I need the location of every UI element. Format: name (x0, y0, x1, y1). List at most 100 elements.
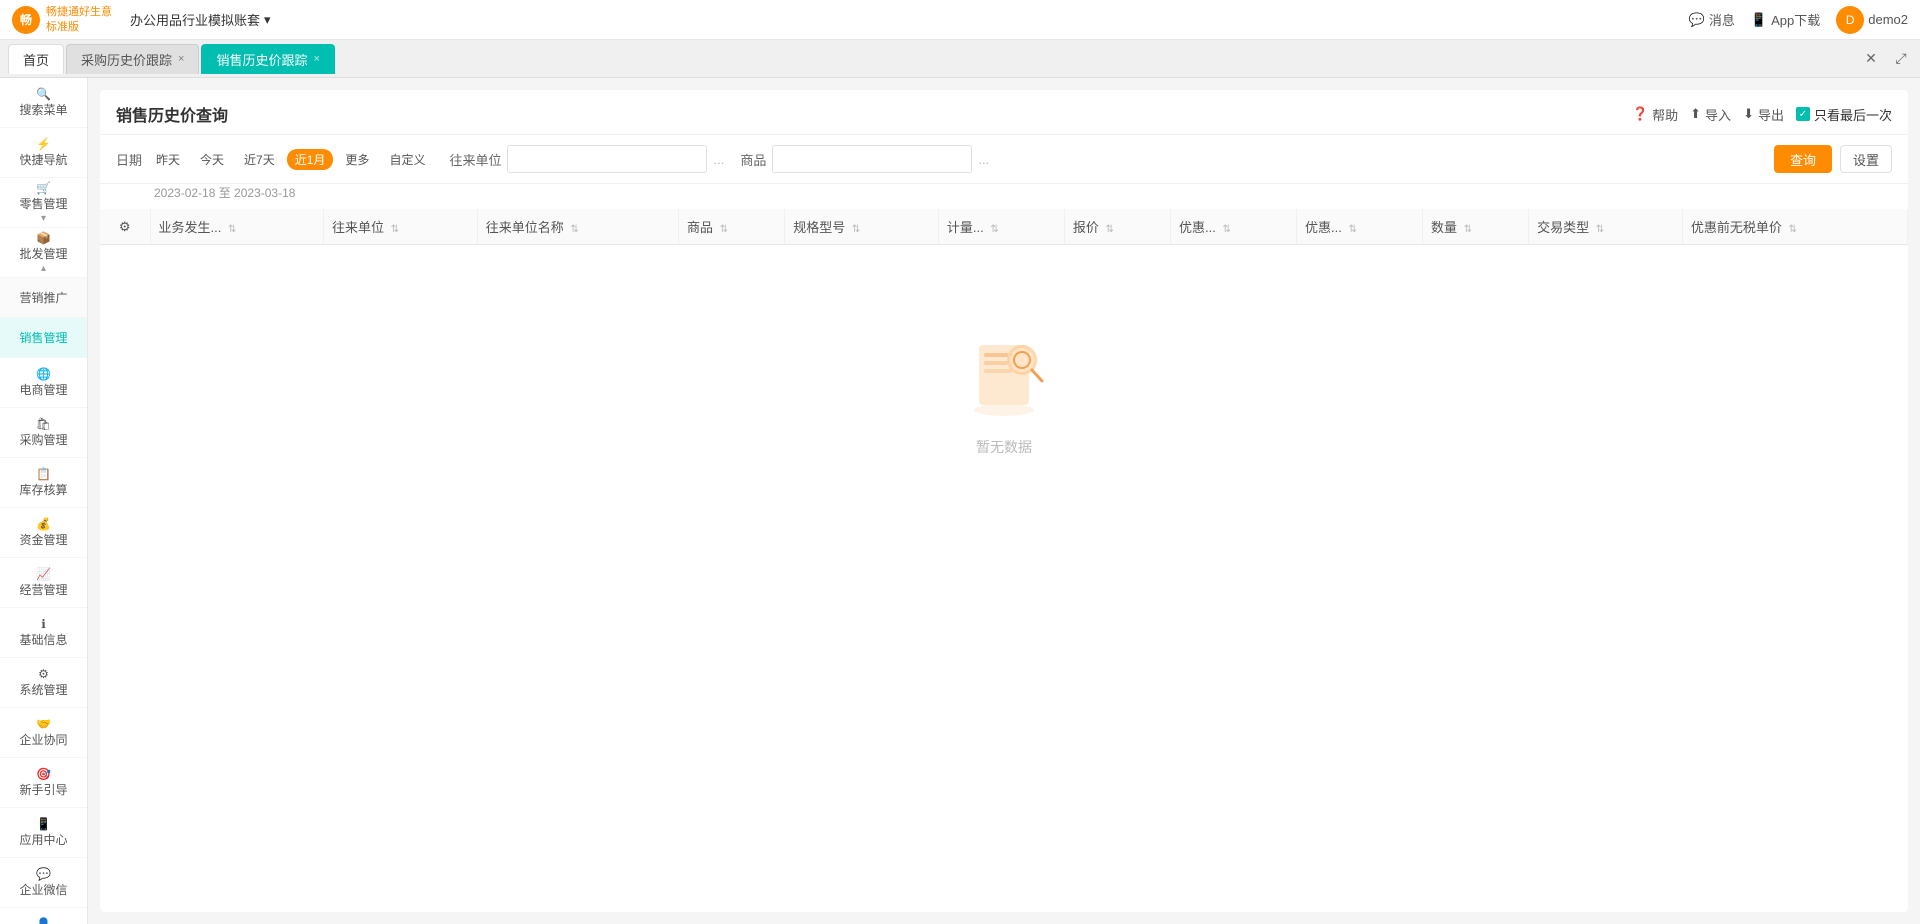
logo-text: 畅捷通好生意 标准版 (46, 5, 112, 34)
col-unit[interactable]: 计量... ⇅ (938, 209, 1064, 245)
partner-input[interactable] (507, 145, 707, 173)
data-table: ⚙ 业务发生... ⇅ 往来单位 ⇅ (100, 209, 1908, 245)
tab-purchase-close[interactable]: × (178, 53, 184, 65)
page-header: 销售历史价查询 ❓ 帮助 ⬆ 导入 ⬇ 导出 (100, 90, 1908, 135)
top-header: 畅 畅捷通好生意 标准版 办公用品行业模拟账套 ▾ 💬 消息 📱 App下载 D… (0, 0, 1920, 40)
goods-filter-group: 商品 ... (740, 145, 989, 173)
date-options: 昨天 今天 近7天 近1月 更多 自定义 (148, 149, 433, 170)
col-discount2[interactable]: 优惠... ⇅ (1297, 209, 1423, 245)
date-option-custom[interactable]: 自定义 (381, 149, 433, 170)
sidebar-item-wechat[interactable]: 💬 企业微信 (0, 858, 87, 908)
sidebar-item-wholesale[interactable]: 📦 批发管理 ▴ (0, 228, 87, 278)
header-left: 畅 畅捷通好生意 标准版 办公用品行业模拟账套 ▾ (12, 5, 279, 34)
help-button[interactable]: ❓ 帮助 (1632, 105, 1678, 124)
download-button[interactable]: 📱 App下载 (1751, 10, 1820, 29)
col-discount1[interactable]: 优惠... ⇅ (1171, 209, 1297, 245)
sidebar-item-enterprise[interactable]: 🤝 企业协同 (0, 708, 87, 758)
settings-icon[interactable]: ⚙ (119, 219, 131, 234)
col-spec[interactable]: 规格型号 ⇅ (785, 209, 939, 245)
tab-sales-history[interactable]: 销售历史价跟踪 × (201, 44, 334, 74)
col-partner-name[interactable]: 往来单位名称 ⇅ (477, 209, 678, 245)
import-icon: ⬆ (1690, 106, 1701, 122)
info-icon: ℹ (41, 617, 46, 631)
sidebar-item-guide[interactable]: 🎯 新手引导 (0, 758, 87, 808)
partner-filter-group: 往来单位 ... (449, 145, 724, 173)
export-button[interactable]: ⬇ 导出 (1743, 105, 1784, 124)
sidebar-item-ecommerce[interactable]: 🌐 电商管理 (0, 358, 87, 408)
maximize-button[interactable]: ⤢ (1890, 48, 1912, 70)
tab-home[interactable]: 首页 (8, 44, 64, 74)
sidebar-item-purchase[interactable]: 🛍 采购管理 (0, 408, 87, 458)
sidebar-item-finance[interactable]: 💰 资金管理 (0, 508, 87, 558)
col-business-date[interactable]: 业务发生... ⇅ (150, 209, 324, 245)
col-trade-type[interactable]: 交易类型 ⇅ (1529, 209, 1683, 245)
avatar: D (1836, 6, 1864, 34)
tab-sales-label: 销售历史价跟踪 (216, 50, 307, 69)
sort-icon: ⇅ (1788, 224, 1796, 235)
sort-icon: ⇅ (1464, 224, 1472, 235)
enterprise-icon: 🤝 (36, 717, 51, 731)
sidebar-item-sales-mgmt[interactable]: 销售管理 (0, 318, 87, 358)
header-right: 💬 消息 📱 App下载 D demo2 (1689, 6, 1908, 34)
close-tab-button[interactable]: ✕ (1860, 48, 1882, 70)
message-button[interactable]: 💬 消息 (1689, 10, 1735, 29)
content-area: 销售历史价查询 ❓ 帮助 ⬆ 导入 ⬇ 导出 (88, 78, 1920, 924)
goods-dots[interactable]: ... (978, 152, 989, 167)
sidebar-item-app-center[interactable]: 📱 应用中心 (0, 808, 87, 858)
partner-dots[interactable]: ... (713, 152, 724, 167)
date-label: 日期 (116, 150, 142, 169)
date-option-today[interactable]: 今天 (192, 149, 232, 170)
col-settings: ⚙ (100, 209, 150, 245)
user-menu[interactable]: D demo2 (1836, 6, 1908, 34)
empty-illustration (954, 325, 1054, 425)
ecommerce-icon: 🌐 (36, 367, 51, 381)
chevron-down-icon: ▾ (264, 12, 271, 28)
sort-icon: ⇅ (1223, 224, 1231, 235)
goods-input[interactable] (772, 145, 972, 173)
tab-purchase-history[interactable]: 采购历史价跟踪 × (66, 44, 199, 74)
query-button[interactable]: 查询 (1774, 145, 1832, 173)
only-last-checkbox[interactable]: ✓ (1796, 107, 1810, 121)
date-filter-group: 日期 昨天 今天 近7天 近1月 更多 自定义 (116, 149, 433, 170)
sort-icon: ⇅ (852, 224, 860, 235)
sidebar-item-basic-info[interactable]: ℹ 基础信息 (0, 608, 87, 658)
member-icon: 👤 (36, 917, 51, 924)
sort-icon: ⇅ (1348, 224, 1356, 235)
shortcut-icon: ⚡ (36, 137, 51, 151)
sidebar-item-inventory[interactable]: 📋 库存核算 (0, 458, 87, 508)
guide-icon: 🎯 (36, 767, 51, 781)
search-icon: 🔍 (36, 87, 51, 101)
sort-icon: ⇅ (720, 224, 728, 235)
col-goods[interactable]: 商品 ⇅ (679, 209, 785, 245)
sidebar-item-search[interactable]: 🔍 搜索菜单 (0, 78, 87, 128)
wholesale-icon: 📦 (36, 231, 51, 245)
message-icon: 💬 (1689, 12, 1705, 28)
export-icon: ⬇ (1743, 106, 1754, 122)
settings-button[interactable]: 设置 (1840, 145, 1892, 173)
date-option-1month[interactable]: 近1月 (287, 149, 334, 170)
only-last-checkbox-area[interactable]: ✓ 只看最后一次 (1796, 105, 1892, 124)
sidebar-item-retail[interactable]: 🛒 零售管理 ▾ (0, 178, 87, 228)
import-button[interactable]: ⬆ 导入 (1690, 105, 1731, 124)
sidebar-item-operation[interactable]: 📈 经营管理 (0, 558, 87, 608)
col-price[interactable]: 报价 ⇅ (1064, 209, 1170, 245)
date-option-more[interactable]: 更多 (337, 149, 377, 170)
sidebar-item-member[interactable]: 👤 畅会员 (0, 908, 87, 924)
date-option-7days[interactable]: 近7天 (236, 149, 283, 170)
sort-icon: ⇅ (391, 224, 399, 235)
sidebar-item-shortcut[interactable]: ⚡ 快捷导航 (0, 128, 87, 178)
sidebar-item-system[interactable]: ⚙ 系统管理 (0, 658, 87, 708)
date-option-yesterday[interactable]: 昨天 (148, 149, 188, 170)
page-card: 销售历史价查询 ❓ 帮助 ⬆ 导入 ⬇ 导出 (100, 90, 1908, 912)
operation-icon: 📈 (36, 567, 51, 581)
col-pre-tax-price[interactable]: 优惠前无税单价 ⇅ (1682, 209, 1907, 245)
empty-state: 暂无数据 (100, 245, 1908, 537)
col-partner-code[interactable]: 往来单位 ⇅ (324, 209, 478, 245)
sidebar-item-marketing[interactable]: 营销推广 (0, 278, 87, 318)
tab-sales-close[interactable]: × (313, 53, 319, 65)
sort-icon: ⇅ (1106, 224, 1114, 235)
app-selector[interactable]: 办公用品行业模拟账套 ▾ (122, 6, 279, 33)
logo-area: 畅 畅捷通好生意 标准版 (12, 5, 112, 34)
col-quantity[interactable]: 数量 ⇅ (1422, 209, 1528, 245)
sidebar: 🔍 搜索菜单 ⚡ 快捷导航 🛒 零售管理 ▾ 📦 批发管理 ▴ 营销推广 销售管… (0, 78, 88, 924)
